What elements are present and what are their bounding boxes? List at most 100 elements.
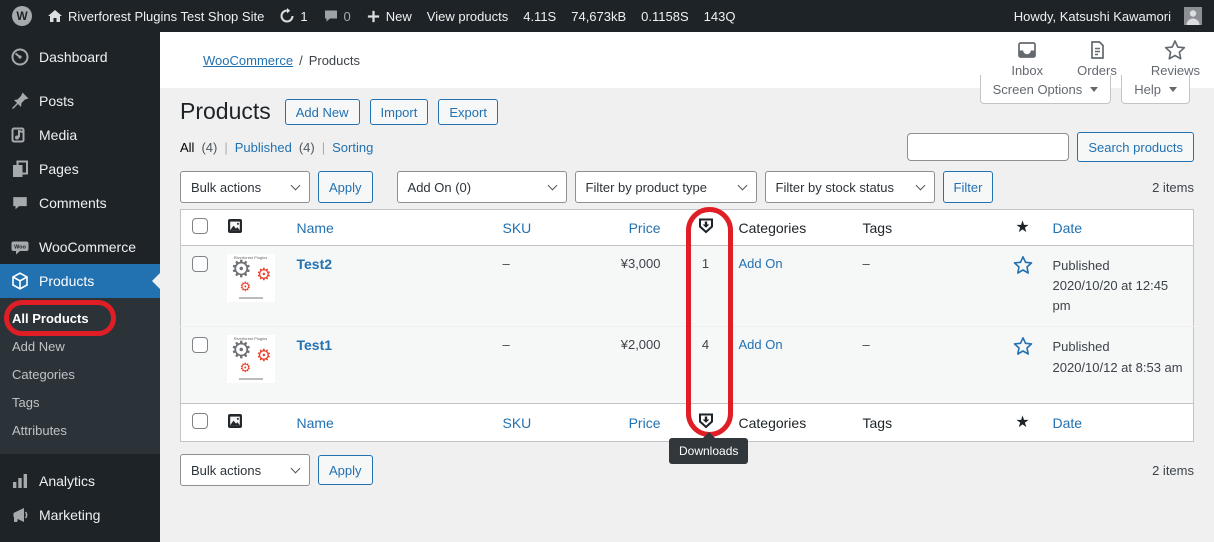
sort-date-header[interactable]: Date (1053, 220, 1083, 236)
gear-icon: ⚙ (256, 347, 271, 364)
bulk-actions-select[interactable]: Bulk actions (180, 171, 310, 203)
sidebar-item-analytics[interactable]: Analytics (0, 464, 160, 498)
updates-link[interactable]: 1 (279, 8, 307, 24)
product-name-link[interactable]: Test1 (297, 337, 333, 353)
breadcrumb-woocommerce-link[interactable]: WooCommerce (203, 53, 293, 68)
view-published[interactable]: Published (235, 140, 292, 155)
product-name-link[interactable]: Test2 (297, 256, 333, 272)
submenu-attributes[interactable]: Attributes (0, 416, 160, 444)
product-type-filter-select[interactable]: Filter by product type (575, 171, 757, 203)
downloads-value: 1 (702, 256, 709, 271)
sidebar-item-dashboard[interactable]: Dashboard (0, 40, 160, 74)
publish-date: 2020/10/12 at 8:53 am (1053, 358, 1184, 378)
sidebar-item-marketing[interactable]: Marketing (0, 498, 160, 532)
add-new-button[interactable]: Add New (285, 99, 360, 125)
activity-panel: Inbox Orders Reviews (1011, 39, 1200, 78)
featured-star-toggle[interactable] (1013, 255, 1033, 275)
stat-query-count: 143Q (704, 9, 736, 24)
featured-column-icon: ★ (1015, 414, 1029, 431)
activity-inbox[interactable]: Inbox (1011, 39, 1043, 78)
image-column-icon (227, 413, 243, 429)
view-sorting[interactable]: Sorting (332, 140, 373, 155)
sort-price-header[interactable]: Price (629, 415, 661, 431)
sidebar-item-pages[interactable]: Pages (0, 152, 160, 186)
chevron-down-icon (1169, 87, 1177, 92)
wordpress-logo-icon (12, 6, 32, 26)
category-link[interactable]: Add On (739, 256, 783, 271)
export-button[interactable]: Export (438, 99, 498, 125)
activity-orders[interactable]: Orders (1077, 39, 1117, 78)
product-thumbnail[interactable]: Riverforest Plugins ⚙ ⚙ ⚙ (227, 254, 275, 302)
bulk-actions-select-bottom[interactable]: Bulk actions (180, 454, 310, 486)
table-header-row: Name SKU Price Categories Tags ★ Date (181, 210, 1194, 246)
submenu-tags[interactable]: Tags (0, 388, 160, 416)
sidebar-item-posts[interactable]: Posts (0, 84, 160, 118)
views-row: All (4) | Published (4) | Sorting Search… (180, 132, 1194, 162)
import-button[interactable]: Import (370, 99, 429, 125)
page-title: Products (180, 99, 271, 124)
sidebar-item-media[interactable]: Media (0, 118, 160, 152)
page-body: Products Add New Import Export All (4) |… (160, 99, 1214, 486)
chevron-down-icon (1090, 87, 1098, 92)
submenu-categories[interactable]: Categories (0, 360, 160, 388)
howdy-label: Howdy, Katsushi Kawamori (1014, 9, 1171, 24)
sort-price-header[interactable]: Price (629, 220, 661, 236)
new-menu[interactable]: New (366, 9, 412, 24)
site-link[interactable]: Riverforest Plugins Test Shop Site (47, 8, 264, 24)
submenu-all-products[interactable]: All Products (0, 304, 160, 332)
wordpress-menu[interactable] (12, 6, 32, 26)
screen-options-tab[interactable]: Screen Options (980, 75, 1112, 104)
sku-value: – (503, 256, 510, 271)
downloads-value: 4 (702, 337, 709, 352)
sort-sku-header[interactable]: SKU (503, 415, 532, 431)
sidebar-item-products[interactable]: Products (0, 264, 160, 298)
filter-button[interactable]: Filter (943, 171, 994, 203)
tags-header: Tags (863, 415, 893, 431)
media-icon (10, 125, 30, 145)
stock-status-filter-select[interactable]: Filter by stock status (765, 171, 935, 203)
search-box: Search products (907, 132, 1194, 162)
howdy-menu[interactable]: Howdy, Katsushi Kawamori (1014, 7, 1202, 25)
select-all-checkbox[interactable] (192, 413, 208, 429)
sidebar-item-comments[interactable]: Comments (0, 186, 160, 220)
table-row: Riverforest Plugins ⚙ ⚙ ⚙ Test1 – ¥2,000… (181, 327, 1194, 404)
apply-button[interactable]: Apply (318, 171, 373, 203)
sidebar-item-woocommerce[interactable]: Woo WooCommerce (0, 230, 160, 264)
view-all[interactable]: All (180, 140, 194, 155)
stat-load-time: 4.11S (523, 9, 556, 24)
main-content: WooCommerce / Products Inbox Orders Revi… (160, 32, 1214, 542)
chevron-down-icon (291, 463, 301, 473)
select-all-checkbox[interactable] (192, 218, 208, 234)
product-thumbnail[interactable]: Riverforest Plugins ⚙ ⚙ ⚙ (227, 335, 275, 383)
megaphone-icon (10, 505, 30, 525)
downloads-column-icon[interactable] (698, 218, 714, 234)
apply-button-bottom[interactable]: Apply (318, 455, 373, 485)
comments-link[interactable]: 0 (323, 8, 351, 24)
featured-star-toggle[interactable] (1013, 336, 1033, 356)
activity-reviews[interactable]: Reviews (1151, 39, 1200, 78)
update-count: 1 (300, 9, 307, 24)
submenu-add-new[interactable]: Add New (0, 332, 160, 360)
image-column-icon (227, 218, 243, 234)
publish-status: Published (1053, 337, 1184, 357)
help-tab[interactable]: Help (1121, 75, 1190, 104)
search-input[interactable] (907, 133, 1069, 161)
chevron-down-icon (547, 180, 557, 190)
menu-separator (0, 220, 160, 230)
menu-separator (0, 74, 160, 84)
bar-chart-icon (10, 471, 30, 491)
sort-name-header[interactable]: Name (297, 415, 334, 431)
sort-sku-header[interactable]: SKU (503, 220, 532, 236)
category-link[interactable]: Add On (739, 337, 783, 352)
view-products-link[interactable]: View products (427, 9, 508, 24)
row-checkbox[interactable] (192, 337, 208, 353)
sort-name-header[interactable]: Name (297, 220, 334, 236)
search-products-button[interactable]: Search products (1077, 132, 1194, 162)
downloads-tooltip: Downloads (669, 438, 748, 464)
breadcrumb: WooCommerce / Products (203, 32, 360, 88)
addon-filter-select[interactable]: Add On (0) (397, 171, 567, 203)
orders-icon (1086, 39, 1108, 61)
breadcrumb-separator: / (299, 53, 303, 68)
sort-date-header[interactable]: Date (1053, 415, 1083, 431)
row-checkbox[interactable] (192, 256, 208, 272)
